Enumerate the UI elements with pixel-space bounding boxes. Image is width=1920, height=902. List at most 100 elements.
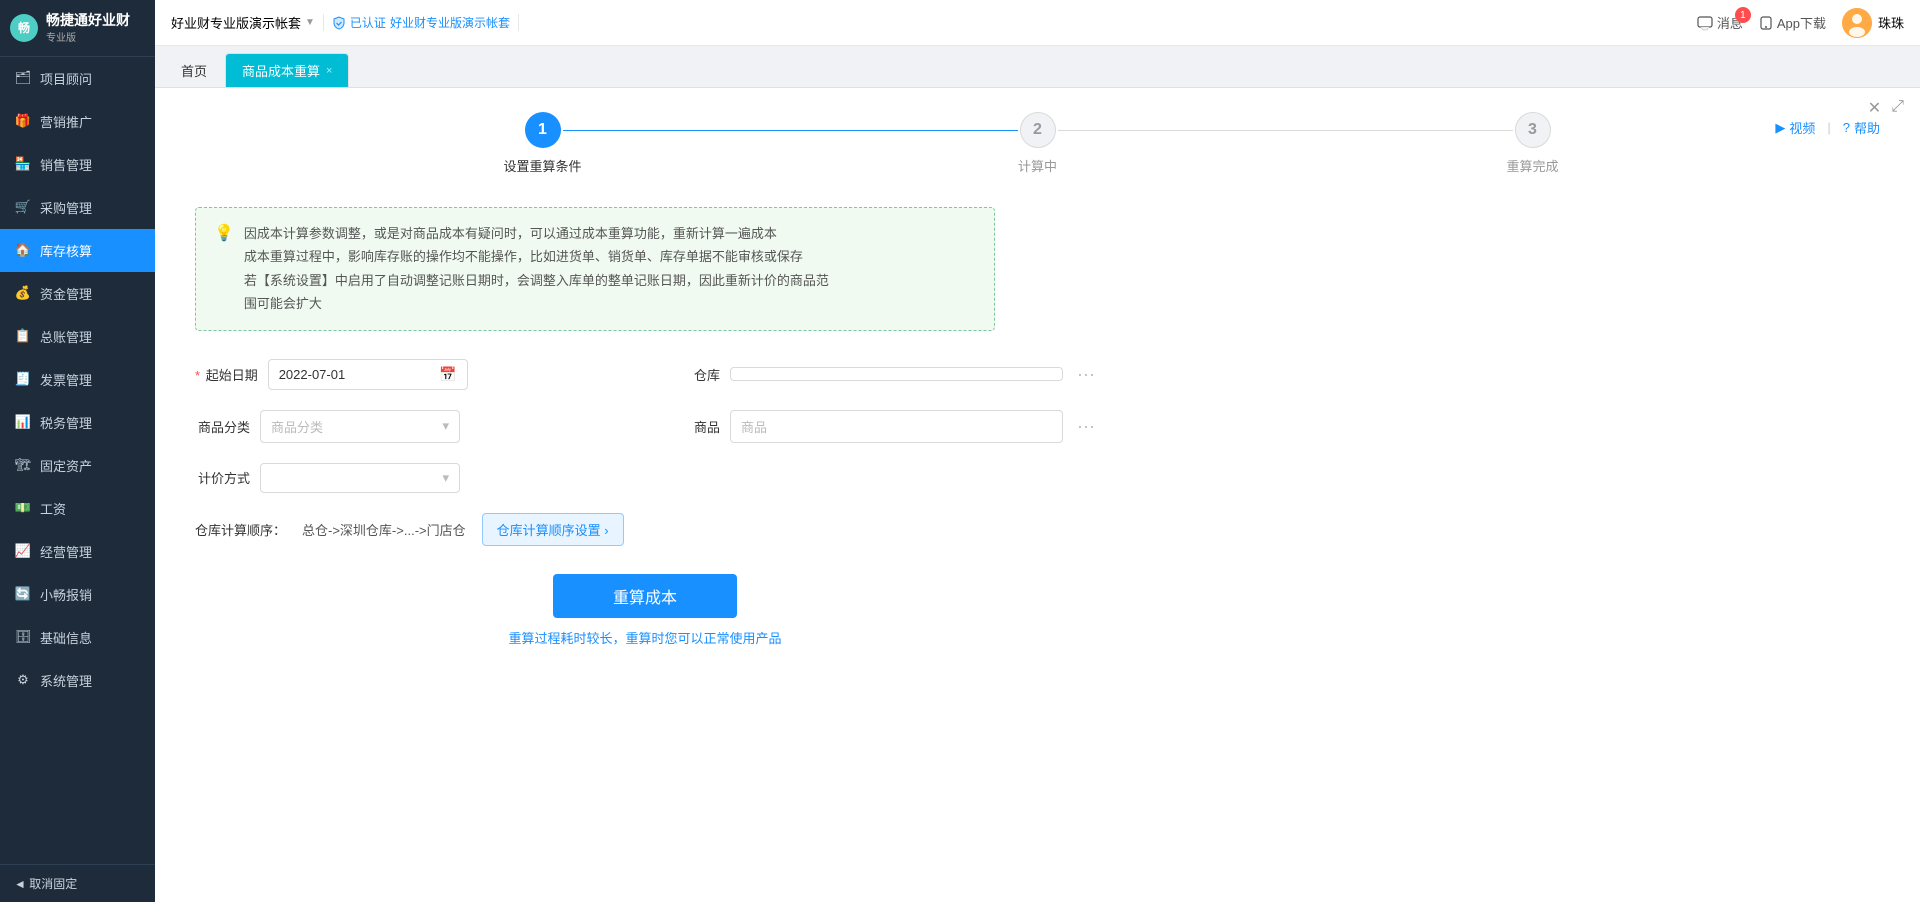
sidebar-item-purchase[interactable]: 🛒 采购管理 xyxy=(0,186,155,229)
sidebar-item-label: 工资 xyxy=(40,499,66,518)
video-label: 视频 xyxy=(1789,118,1815,137)
account-switcher[interactable]: 好业财专业版演示帐套 ▼ xyxy=(171,13,315,32)
action-area: 重算成本 重算过程耗时较长，重算时您可以正常使用产品 xyxy=(195,574,1095,647)
sidebar-item-inventory[interactable]: 🏠 库存核算 xyxy=(0,229,155,272)
username-label: 珠珠 xyxy=(1878,13,1904,32)
message-icon xyxy=(1697,15,1713,31)
sidebar-item-expense[interactable]: 🔄 小畅报销 xyxy=(0,573,155,616)
sidebar-item-info[interactable]: 🗄 基础信息 xyxy=(0,616,155,659)
tab-cost-recalc[interactable]: 商品成本重算 × xyxy=(225,53,349,87)
avatar xyxy=(1842,8,1872,38)
tab-close-icon[interactable]: × xyxy=(326,65,332,77)
sidebar-item-label: 经营管理 xyxy=(40,542,92,561)
sidebar-item-label: 税务管理 xyxy=(40,413,92,432)
sidebar-item-label: 库存核算 xyxy=(40,241,92,260)
sidebar-item-tax[interactable]: 📊 税务管理 xyxy=(0,401,155,444)
sidebar-item-invoice[interactable]: 🧾 发票管理 xyxy=(0,358,155,401)
warehouse-input[interactable] xyxy=(730,367,1063,381)
shield-icon xyxy=(332,16,346,30)
verified-account-name: 好业财专业版演示帐套 xyxy=(390,14,510,31)
step-1-circle: 1 xyxy=(525,112,561,148)
info-box: 💡 因成本计算参数调整，或是对商品成本有疑问时，可以通过成本重算功能，重新计算一… xyxy=(195,207,995,331)
recalculate-button[interactable]: 重算成本 xyxy=(553,574,737,618)
step-1-line xyxy=(563,130,1018,131)
step-3-circle: 3 xyxy=(1515,112,1551,148)
ops-icon: 📈 xyxy=(14,542,32,560)
category-chevron-icon: ▾ xyxy=(442,418,449,434)
user-profile-button[interactable]: 珠珠 xyxy=(1842,8,1904,38)
form-row-1: * 起始日期 2022-07-01 📅 仓库 ··· xyxy=(195,359,1095,390)
tab-home-label: 首页 xyxy=(181,61,207,80)
expand-icon[interactable]: ⤢ xyxy=(1891,98,1904,118)
category-placeholder: 商品分类 xyxy=(271,417,323,436)
pricing-chevron-icon: ▾ xyxy=(442,470,449,486)
expense-icon: 🔄 xyxy=(14,585,32,603)
product-more-icon[interactable]: ··· xyxy=(1077,416,1095,437)
sidebar-item-marketing[interactable]: 🎁 营销推广 xyxy=(0,100,155,143)
system-icon: ⚙ xyxy=(14,671,32,689)
steps-container: 1 设置重算条件 2 计算中 3 重算完成 ▶ xyxy=(195,112,1880,175)
sidebar-nav: 🗂 项目顾问 🎁 营销推广 🏪 销售管理 🛒 采购管理 🏠 库存核算 💰 资金管… xyxy=(0,57,155,864)
sidebar-item-label: 小畅报销 xyxy=(40,585,92,604)
sidebar-item-system[interactable]: ⚙ 系统管理 xyxy=(0,659,155,702)
calc-order-row: 仓库计算顺序： 总仓->深圳仓库->...->门店仓 仓库计算顺序设置 › xyxy=(195,513,1095,546)
sidebar: 畅 畅捷通好业财 专业版 🗂 项目顾问 🎁 营销推广 🏪 销售管理 🛒 采购管理… xyxy=(0,0,155,902)
start-date-value: 2022-07-01 xyxy=(279,367,432,382)
recalculate-hint: 重算过程耗时较长，重算时您可以正常使用产品 xyxy=(508,628,781,647)
step-2-label: 计算中 xyxy=(1018,156,1057,175)
play-icon: ▶ xyxy=(1775,120,1785,136)
sidebar-item-salary[interactable]: 💵 工资 xyxy=(0,487,155,530)
tax-icon: 📊 xyxy=(14,413,32,431)
video-tool[interactable]: ▶ 视频 xyxy=(1775,118,1815,137)
calc-order-settings-button[interactable]: 仓库计算顺序设置 › xyxy=(482,513,624,546)
tabs-bar: 首页 商品成本重算 × xyxy=(155,46,1920,88)
assets-icon: 🏗 xyxy=(14,456,32,474)
message-badge: 1 xyxy=(1735,7,1751,23)
category-field: 商品分类 商品分类 ▾ xyxy=(195,410,625,443)
info-line-3: 若【系统设置】中启用了自动调整记账日期时，会调整入库单的整单记账日期，因此重新计… xyxy=(244,269,829,292)
sidebar-item-operations[interactable]: 📈 经营管理 xyxy=(0,530,155,573)
lightbulb-icon: 💡 xyxy=(214,223,234,316)
sidebar-item-label: 发票管理 xyxy=(40,370,92,389)
step-2-circle: 2 xyxy=(1020,112,1056,148)
cart-icon: 🛒 xyxy=(14,198,32,216)
help-label: 帮助 xyxy=(1854,118,1880,137)
product-placeholder: 商品 xyxy=(741,417,1052,436)
help-icon: ? xyxy=(1843,120,1850,135)
step-2-line xyxy=(1058,130,1513,131)
app-title: 畅捷通好业财 xyxy=(46,12,130,29)
info-line-4: 围可能会扩大 xyxy=(244,292,829,315)
message-button[interactable]: 消息 1 xyxy=(1697,13,1743,32)
sidebar-item-sales[interactable]: 🏪 销售管理 xyxy=(0,143,155,186)
sidebar-unpin-button[interactable]: ◄ 取消固定 xyxy=(0,864,155,902)
product-label: 商品 xyxy=(665,417,720,436)
sidebar-item-assets[interactable]: 🏗 固定资产 xyxy=(0,444,155,487)
sidebar-item-label: 总账管理 xyxy=(40,327,92,346)
form-row-2: 商品分类 商品分类 ▾ 商品 商品 ··· xyxy=(195,410,1095,443)
app-logo-icon: 畅 xyxy=(10,14,38,42)
start-date-input[interactable]: 2022-07-01 📅 xyxy=(268,359,468,390)
warehouse-label: 仓库 xyxy=(665,365,720,384)
pricing-label: 计价方式 xyxy=(195,468,250,487)
sidebar-item-label: 系统管理 xyxy=(40,671,92,690)
sidebar-item-finance[interactable]: 💰 资金管理 xyxy=(0,272,155,315)
info-line-1: 因成本计算参数调整，或是对商品成本有疑问时，可以通过成本重算功能，重新计算一遍成… xyxy=(244,222,829,245)
app-download-button[interactable]: App下载 xyxy=(1759,13,1826,32)
pricing-select[interactable]: ▾ xyxy=(260,463,460,493)
product-input[interactable]: 商品 xyxy=(730,410,1063,443)
app-subtitle: 专业版 xyxy=(46,29,130,44)
step-1-label: 设置重算条件 xyxy=(503,156,581,175)
category-select[interactable]: 商品分类 ▾ xyxy=(260,410,460,443)
verified-badge: 已认证 好业财专业版演示帐套 xyxy=(323,14,519,31)
category-label: 商品分类 xyxy=(195,417,250,436)
tab-home[interactable]: 首页 xyxy=(165,53,223,87)
warehouse-field: 仓库 ··· xyxy=(665,364,1095,385)
sidebar-item-label: 项目顾问 xyxy=(40,69,92,88)
step-2: 2 计算中 xyxy=(790,112,1285,175)
warehouse-more-icon[interactable]: ··· xyxy=(1077,364,1095,385)
help-tool[interactable]: ? 帮助 xyxy=(1843,118,1880,137)
calendar-icon[interactable]: 📅 xyxy=(439,366,456,383)
sidebar-item-project[interactable]: 🗂 项目顾问 xyxy=(0,57,155,100)
wallet-icon: 💰 xyxy=(14,284,32,302)
sidebar-item-accounting[interactable]: 📋 总账管理 xyxy=(0,315,155,358)
